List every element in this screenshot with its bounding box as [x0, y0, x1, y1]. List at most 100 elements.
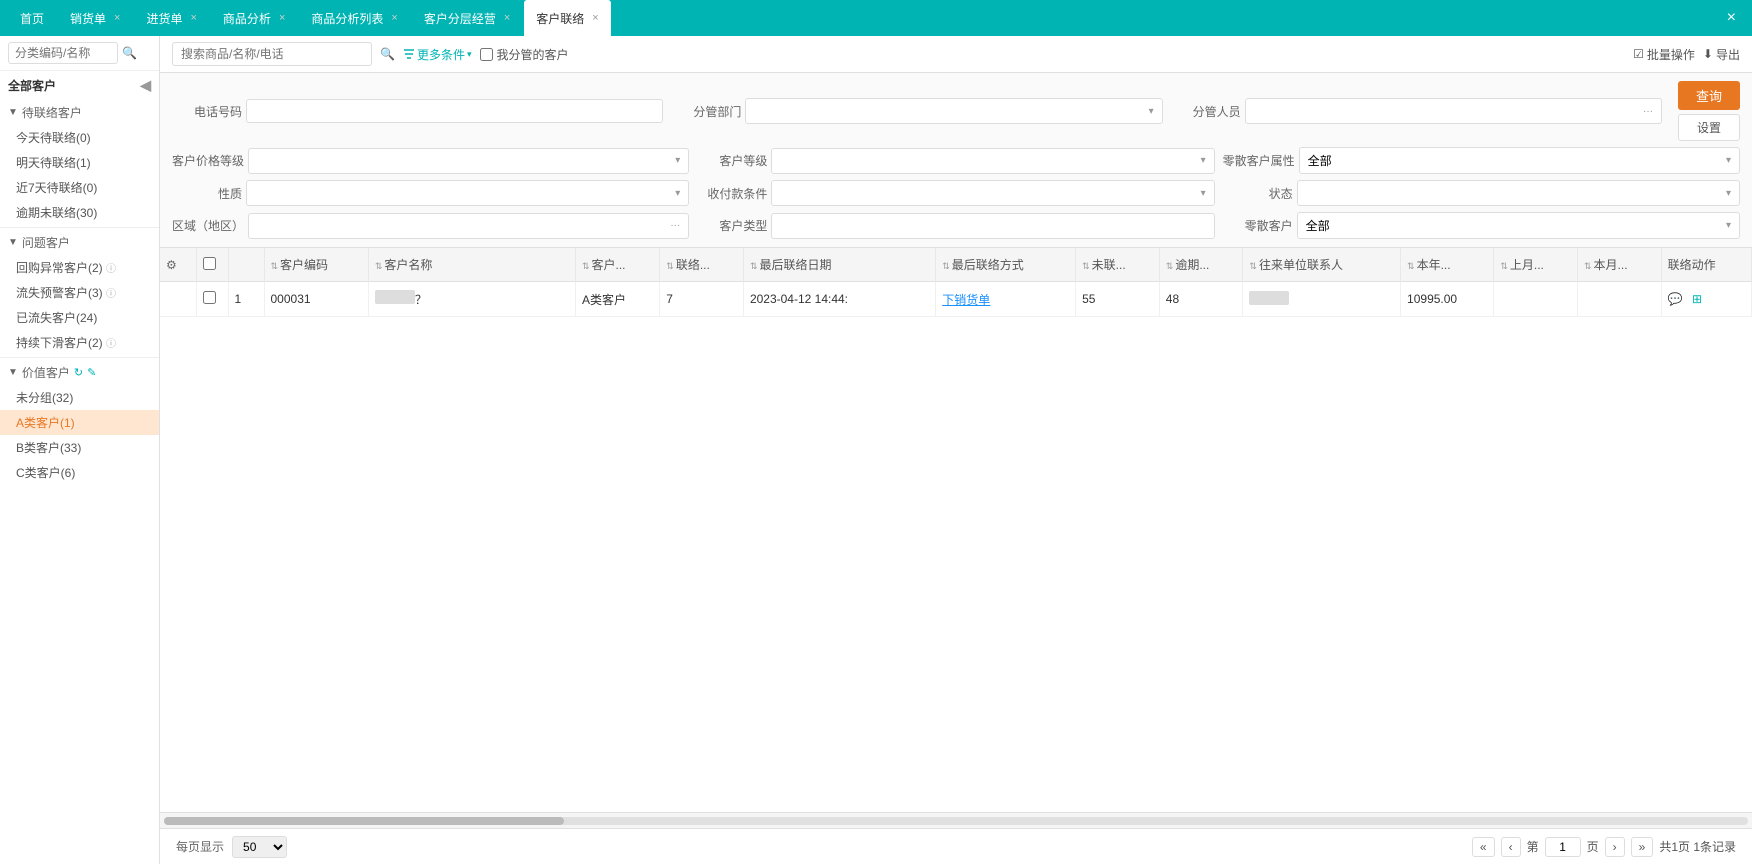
col-name-sort[interactable]: ⇅ — [375, 261, 383, 271]
filter-field-price-level: 客户价格等级 ▾ — [172, 148, 689, 174]
problem-label: 问题客户 — [22, 234, 70, 251]
nav-tab-analysis-close[interactable]: × — [279, 12, 285, 24]
col-this-year-sort[interactable]: ⇅ — [1407, 261, 1415, 271]
sidebar-item-abnormal[interactable]: 回购异常客户(2) ⓘ — [0, 255, 159, 280]
query-button[interactable]: 查询 — [1678, 81, 1740, 110]
filter-row-1: 电话号码 分管部门 ▾ 分管人员 ··· 查询 设置 — [172, 81, 1740, 141]
select-all-checkbox[interactable] — [203, 257, 216, 270]
col-this-month-sort[interactable]: ⇅ — [1584, 261, 1592, 271]
action-message-icon[interactable]: 💬 — [1668, 292, 1683, 306]
pay-chevron: ▾ — [1201, 188, 1206, 199]
cust-level-select[interactable]: ▾ — [771, 148, 1214, 174]
scrollbar-track[interactable] — [164, 817, 1748, 825]
first-page-btn[interactable]: « — [1472, 837, 1495, 857]
export-btn[interactable]: ⬇ 导出 — [1703, 46, 1740, 63]
scrollbar-thumb[interactable] — [164, 817, 564, 825]
nav-tab-analysis-list[interactable]: 商品分析列表 × — [299, 0, 409, 36]
search-icon[interactable]: 🔍 — [380, 47, 395, 61]
page-label: 第 — [1527, 838, 1539, 855]
col-checkbox-header — [196, 248, 228, 282]
next-page-btn[interactable]: › — [1605, 837, 1625, 857]
sidebar-all-customers[interactable]: 全部客户 ◀ — [0, 71, 159, 100]
my-customers-label[interactable]: 我分管的客户 — [480, 46, 569, 63]
more-conditions-btn[interactable]: 更多条件 ▾ — [403, 46, 472, 63]
pay-select[interactable]: ▾ — [771, 180, 1214, 206]
price-level-select[interactable]: ▾ — [248, 148, 689, 174]
sidebar-item-lost[interactable]: 已流失客户(24) — [0, 305, 159, 330]
nav-tab-home[interactable]: 首页 — [8, 0, 56, 36]
action-qr-icon[interactable]: ⊞ — [1692, 292, 1702, 306]
sidebar-item-7days[interactable]: 近7天待联络(0) — [0, 175, 159, 200]
sidebar-group-problem[interactable]: ▼ 问题客户 — [0, 230, 159, 255]
col-last-month-sort[interactable]: ⇅ — [1500, 261, 1508, 271]
nav-tab-sales-close[interactable]: × — [114, 12, 120, 24]
sidebar-item-a-class[interactable]: A类客户(1) — [0, 410, 159, 435]
page-number-input[interactable] — [1545, 837, 1581, 857]
nav-tab-customer-contact[interactable]: 客户联络 × — [524, 0, 610, 36]
nav-tab-customer-ops[interactable]: 客户分层经营 × — [412, 0, 522, 36]
col-contact-sort[interactable]: ⇅ — [666, 261, 674, 271]
col-level-sort[interactable]: ⇅ — [582, 261, 590, 271]
retail-customer-select[interactable]: 全部 ▾ — [1297, 212, 1740, 239]
col-contact2-sort[interactable]: ⇅ — [1249, 261, 1257, 271]
sidebar-search-icon[interactable]: 🔍 — [122, 46, 137, 60]
value-edit-icon[interactable]: ✎ — [87, 366, 96, 379]
sidebar-item-ungroup[interactable]: 未分组(32) — [0, 385, 159, 410]
nav-tab-analysis[interactable]: 商品分析 × — [211, 0, 297, 36]
row-action: 💬 ⊞ — [1661, 282, 1751, 317]
more-conditions-label: 更多条件 — [417, 46, 465, 63]
table-gear-icon[interactable]: ⚙ — [166, 258, 177, 272]
cust-type-select[interactable] — [771, 213, 1214, 239]
col-last-date-sort[interactable]: ⇅ — [750, 261, 758, 271]
page-size-select[interactable]: 50 100 200 — [232, 836, 287, 858]
last-method-link[interactable]: 下销货单 — [942, 293, 990, 307]
retail-attr-select[interactable]: 全部 ▾ — [1299, 147, 1740, 174]
search-input[interactable] — [172, 42, 372, 66]
row-overdue: 48 — [1159, 282, 1243, 317]
value-refresh-icon[interactable]: ↻ — [74, 366, 83, 379]
sidebar-collapse-btn[interactable]: ◀ — [140, 77, 151, 94]
sidebar-item-overdue[interactable]: 逾期未联络(30) — [0, 200, 159, 225]
col-code-sort[interactable]: ⇅ — [271, 261, 279, 271]
close-all-btn[interactable]: × — [1719, 9, 1744, 26]
nav-tab-analysis-list-close[interactable]: × — [391, 12, 397, 24]
sidebar-item-tomorrow[interactable]: 明天待联络(1) — [0, 150, 159, 175]
retail-customer-label: 零散客户 — [1223, 217, 1293, 234]
phone-input[interactable] — [246, 99, 663, 123]
manager-select[interactable]: ··· — [1245, 98, 1662, 124]
dept-select[interactable]: ▾ — [745, 98, 1162, 124]
col-overdue-sort[interactable]: ⇅ — [1166, 261, 1174, 271]
nav-tab-sales[interactable]: 销货单 × — [58, 0, 132, 36]
last-page-btn[interactable]: » — [1631, 837, 1654, 857]
row-checkbox-input[interactable] — [203, 291, 216, 304]
nav-tab-purchase[interactable]: 进货单 × — [134, 0, 208, 36]
nav-tab-customer-ops-close[interactable]: × — [504, 12, 510, 24]
region-select[interactable]: ··· — [248, 213, 689, 239]
status-select[interactable]: ▾ — [1297, 180, 1740, 206]
sidebar-item-c-class[interactable]: C类客户(6) — [0, 460, 159, 485]
nav-tab-purchase-close[interactable]: × — [190, 12, 196, 24]
nature-select[interactable]: ▾ — [246, 180, 689, 206]
row-index: 1 — [228, 282, 264, 317]
sidebar-group-value[interactable]: ▼ 价值客户 ↻ ✎ — [0, 360, 159, 385]
nav-tab-customer-contact-close[interactable]: × — [592, 12, 598, 24]
batch-op-btn[interactable]: ☑ 批量操作 — [1633, 46, 1695, 63]
setting-button[interactable]: 设置 — [1678, 114, 1740, 141]
prev-page-btn[interactable]: ‹ — [1501, 837, 1521, 857]
cust-level-chevron: ▾ — [1201, 155, 1206, 166]
sidebar-item-declining[interactable]: 持续下滑客户(2) ⓘ — [0, 330, 159, 355]
nature-chevron: ▾ — [675, 188, 680, 199]
cust-level-label: 客户等级 — [697, 152, 767, 169]
filter-field-cust-type: 客户类型 — [697, 213, 1214, 239]
sidebar-item-b-class[interactable]: B类客户(33) — [0, 435, 159, 460]
my-customers-checkbox[interactable] — [480, 48, 493, 61]
col-index-header — [228, 248, 264, 282]
col-last-method-sort[interactable]: ⇅ — [942, 261, 950, 271]
horizontal-scrollbar — [160, 812, 1752, 828]
table-header-row: ⚙ ⇅客户编码 ⇅客户名称 ⇅客户... — [160, 248, 1752, 282]
sidebar-item-today[interactable]: 今天待联络(0) — [0, 125, 159, 150]
sidebar-item-warning[interactable]: 流失预警客户(3) ⓘ — [0, 280, 159, 305]
sidebar-search-input[interactable] — [8, 42, 118, 64]
sidebar-group-pending[interactable]: ▼ 待联络客户 — [0, 100, 159, 125]
col-no-contact-sort[interactable]: ⇅ — [1082, 261, 1090, 271]
